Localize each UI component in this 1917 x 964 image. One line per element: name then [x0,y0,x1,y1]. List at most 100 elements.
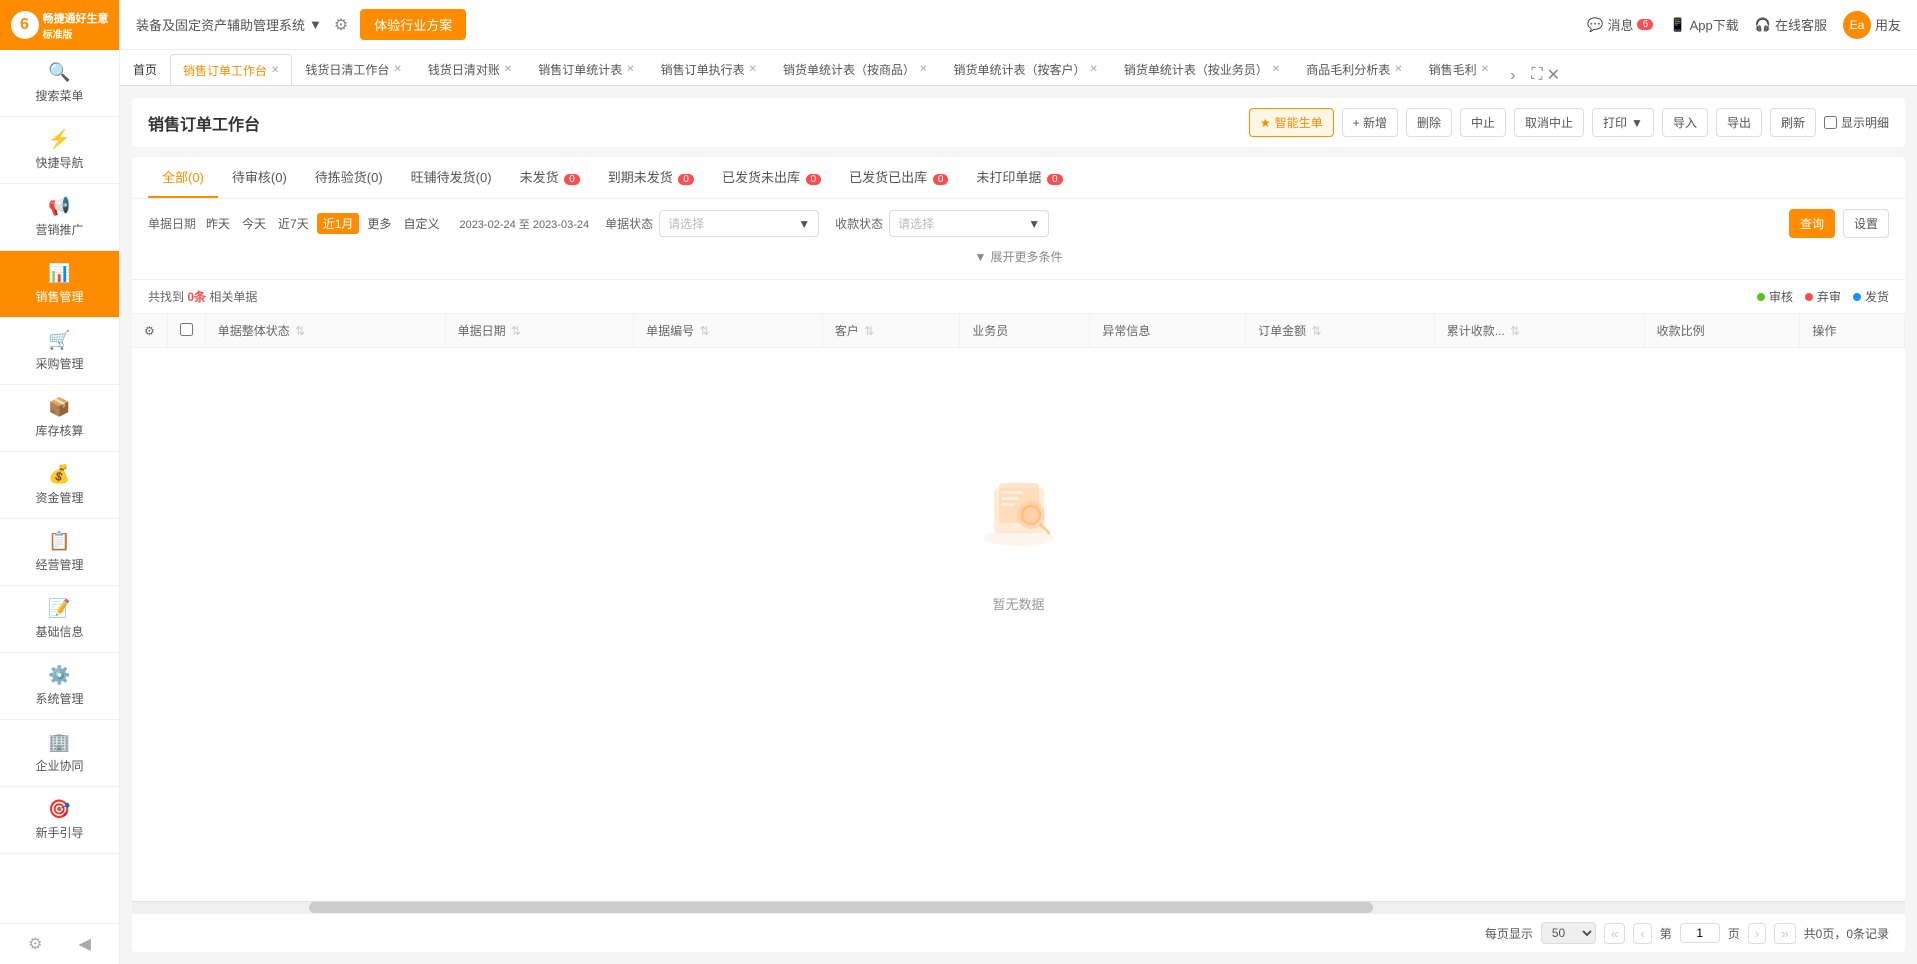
payment-select[interactable]: 请选择 ▼ [889,210,1049,237]
filter-tab-shipped-out[interactable]: 已发货已出库 0 [835,157,962,198]
ship-action[interactable]: 发货 [1853,288,1889,305]
filter-tab-pending-check[interactable]: 待拣验货(0) [301,157,397,198]
sidebar-item-purchase[interactable]: 🛒 采购管理 [0,318,119,385]
settings-bottom-icon[interactable]: ⚙ [28,934,42,954]
export-button[interactable]: 导出 [1716,108,1762,137]
date-opt-more[interactable]: 更多 [363,213,395,234]
reject-action[interactable]: 弃审 [1805,288,1841,305]
expand-more-button[interactable]: ▼ 展开更多条件 [967,244,1071,269]
first-page-button[interactable]: « [1604,923,1625,944]
approve-action[interactable]: 审核 [1757,288,1793,305]
sort-icon[interactable]: ⇅ [864,324,874,338]
sidebar-item-finance[interactable]: 💰 资金管理 [0,452,119,519]
show-details-label[interactable]: 显示明细 [1824,114,1889,131]
filter-tab-pending[interactable]: 待审核(0) [218,157,301,198]
th-settings[interactable]: ⚙ [132,314,167,348]
sort-icon[interactable]: ⇅ [511,324,521,338]
smart-gen-button[interactable]: ★ 智能生单 [1249,108,1334,137]
show-details-checkbox[interactable] [1824,116,1837,129]
next-page-button[interactable]: › [1748,923,1766,944]
tabbar-more[interactable]: › [1502,67,1523,85]
sidebar-item-quicknav[interactable]: ⚡ 快捷导航 [0,117,119,184]
sort-icon[interactable]: ⇅ [1510,324,1520,338]
scrollbar-thumb[interactable] [309,902,1373,913]
date-opt-1month[interactable]: 近1月 [317,213,360,234]
horizontal-scrollbar[interactable] [132,901,1905,913]
date-opt-custom[interactable]: 自定义 [399,213,443,234]
select-all-checkbox[interactable] [180,323,193,336]
print-button[interactable]: 打印 ▼ [1592,108,1654,137]
tab-sales-summary-customer[interactable]: 销货单统计表（按客户） ✕ [940,53,1110,85]
tab-close-icon[interactable]: ✕ [626,64,634,75]
tab-cash-reconcile[interactable]: 钱货日清对账 ✕ [415,53,525,85]
collapse-icon[interactable]: ◀ [79,934,91,954]
tab-close-icon[interactable]: ✕ [1272,64,1280,75]
filter-tab-not-shipped[interactable]: 未发货 0 [506,157,594,198]
tab-home[interactable]: 首页 [120,53,170,85]
tab-goods-margin[interactable]: 商品毛利分析表 ✕ [1293,53,1415,85]
sidebar-item-inventory[interactable]: 📦 库存核算 [0,385,119,452]
approve-dot [1757,293,1765,301]
cancel-pause-button[interactable]: 取消中止 [1514,108,1584,137]
app-download-button[interactable]: 📱 App下载 [1669,15,1738,34]
tab-sales-exec[interactable]: 销售订单执行表 ✕ [648,53,770,85]
date-opt-yesterday[interactable]: 昨天 [202,213,234,234]
prev-page-button[interactable]: ‹ [1633,923,1651,944]
filter-tab-not-printed[interactable]: 未打印单据 0 [962,157,1076,198]
filter-tab-shipped-not-out[interactable]: 已发货未出库 0 [708,157,835,198]
sidebar-item-search[interactable]: 🔍 搜索菜单 [0,50,119,117]
filter-tab-all[interactable]: 全部(0) [148,157,218,198]
filter-tab-expired[interactable]: 到期未发货 0 [594,157,708,198]
tab-sales-stat-label: 销售订单统计表 [538,61,622,78]
date-opt-7days[interactable]: 近7天 [274,213,313,234]
sidebar-item-operations[interactable]: 📋 经营管理 [0,519,119,586]
tab-fullscreen-icon[interactable]: ⛶ [1531,66,1542,84]
data-table: ⚙ 单据整体状态 ⇅ 单据日期 ⇅ [132,314,1905,348]
system-title-dropdown[interactable]: 装备及固定资产辅助管理系统 ▼ [136,15,322,34]
tab-close-icon[interactable]: ✕ [919,64,927,75]
refresh-button[interactable]: 刷新 [1770,108,1816,137]
sidebar-item-marketing[interactable]: 📢 营销推广 [0,184,119,251]
status-select[interactable]: 请选择 ▼ [659,210,819,237]
page-number-input[interactable] [1680,923,1720,943]
message-button[interactable]: 💬 消息 6 [1587,15,1653,34]
trial-button[interactable]: 体验行业方案 [360,9,466,40]
reject-dot [1805,293,1813,301]
tab-close-icon[interactable]: ✕ [271,65,279,76]
topbar-settings-icon[interactable]: ⚙ [334,15,348,35]
tab-close-icon[interactable]: ✕ [1394,64,1402,75]
tab-sales-stat[interactable]: 销售订单统计表 ✕ [525,53,647,85]
tab-close-icon[interactable]: ✕ [749,64,757,75]
sidebar-item-guide[interactable]: 🎯 新手引导 [0,787,119,854]
tab-close-all-icon[interactable]: ✕ [1547,65,1560,85]
add-button[interactable]: + 新增 [1342,108,1398,137]
settings-search-button[interactable]: 设置 [1843,209,1889,238]
delete-button[interactable]: 删除 [1406,108,1452,137]
tab-sales-summary-product[interactable]: 销货单统计表（按商品） ✕ [770,53,940,85]
tab-close-icon[interactable]: ✕ [1089,64,1097,75]
pause-button[interactable]: 中止 [1460,108,1506,137]
tab-sales-order[interactable]: 销售订单工作台 ✕ [170,54,292,86]
last-page-button[interactable]: » [1774,923,1795,944]
date-opt-today[interactable]: 今天 [238,213,270,234]
th-check[interactable] [167,314,205,348]
tab-cash-day[interactable]: 钱货日清工作台 ✕ [292,53,414,85]
tab-close-icon[interactable]: ✕ [393,64,401,75]
page-size-select[interactable]: 50 10 20 100 [1541,922,1596,944]
service-button[interactable]: 🎧 在线客服 [1755,15,1827,34]
filter-tab-wangpu[interactable]: 旺铺待发货(0) [397,157,506,198]
sort-icon[interactable]: ⇅ [295,324,305,338]
sidebar-item-basic[interactable]: 📝 基础信息 [0,586,119,653]
sidebar-item-system[interactable]: ⚙️ 系统管理 [0,653,119,720]
sort-icon[interactable]: ⇅ [700,324,710,338]
tab-close-icon[interactable]: ✕ [504,64,512,75]
import-button[interactable]: 导入 [1662,108,1708,137]
tab-close-icon[interactable]: ✕ [1481,64,1489,75]
tab-sales-summary-staff[interactable]: 销货单统计表（按业务员） ✕ [1111,53,1293,85]
tab-sales-profit[interactable]: 销售毛利 ✕ [1416,53,1502,85]
user-menu[interactable]: Ea 用友 [1843,11,1901,39]
sidebar-item-enterprise[interactable]: 🏢 企业协同 [0,720,119,787]
sidebar-item-sales[interactable]: 📊 销售管理 [0,251,119,318]
sort-icon[interactable]: ⇅ [1311,324,1321,338]
query-button[interactable]: 查询 [1789,209,1835,238]
